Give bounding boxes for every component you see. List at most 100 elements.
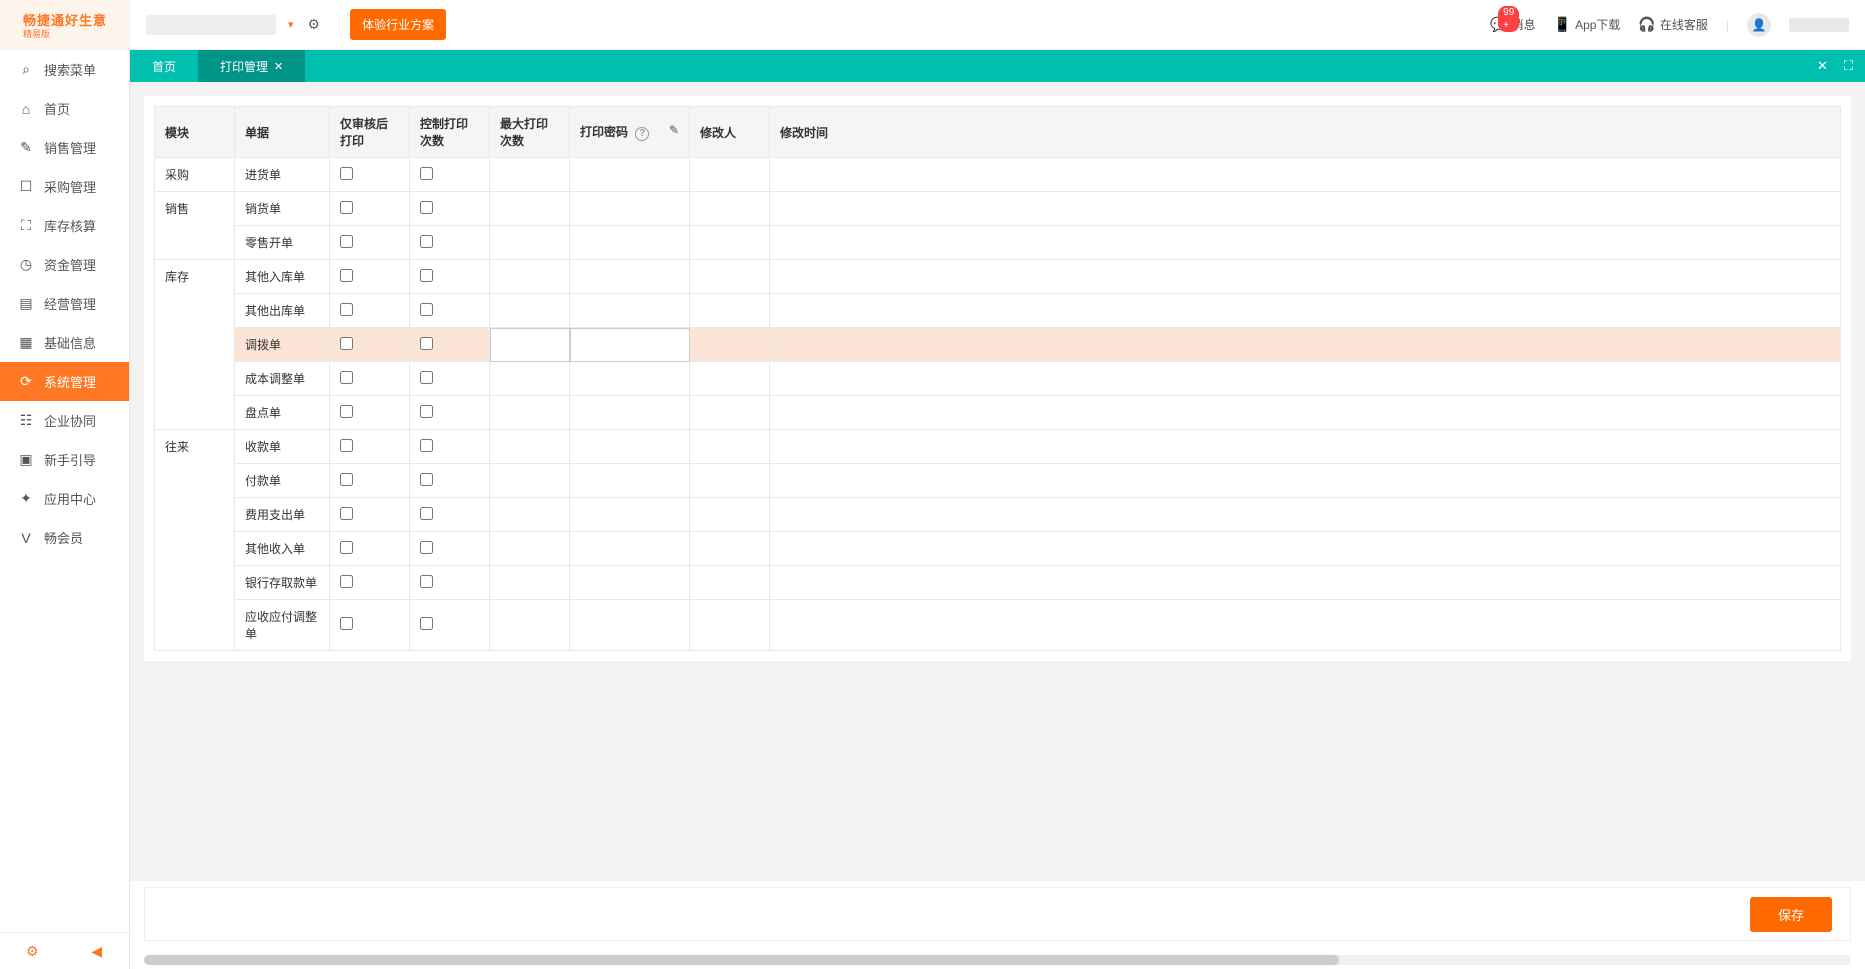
sidebar-item-6[interactable]: ▤经营管理 — [0, 284, 129, 323]
audit-cell — [330, 192, 410, 226]
time-cell — [770, 328, 1841, 362]
avatar[interactable]: 👤 — [1747, 13, 1771, 37]
time-cell — [770, 192, 1841, 226]
pwd-cell — [570, 192, 690, 226]
audit-checkbox[interactable] — [340, 337, 353, 350]
sidebar-item-0[interactable]: ⌕搜索菜单 — [0, 50, 129, 89]
phone-icon: 📱 — [1554, 16, 1571, 33]
audit-checkbox[interactable] — [340, 617, 353, 630]
table-row: 成本调整单 — [155, 362, 1841, 396]
control-checkbox[interactable] — [420, 473, 433, 486]
control-checkbox[interactable] — [420, 201, 433, 214]
sidebar-item-label: 基础信息 — [44, 333, 96, 352]
audit-checkbox[interactable] — [340, 303, 353, 316]
control-checkbox[interactable] — [420, 337, 433, 350]
sidebar-item-label: 畅会员 — [44, 528, 83, 547]
audit-cell — [330, 158, 410, 192]
message-icon: 💬 — [1490, 16, 1507, 33]
messages-link[interactable]: 💬 消息 — [1490, 16, 1535, 33]
max-cell — [490, 498, 570, 532]
audit-checkbox[interactable] — [340, 371, 353, 384]
table-row: 其他收入单 — [155, 532, 1841, 566]
audit-checkbox[interactable] — [340, 235, 353, 248]
document-cell: 成本调整单 — [235, 362, 330, 396]
settings-button[interactable]: ⚙ — [0, 933, 65, 969]
sidebar-item-12[interactable]: V畅会员 — [0, 518, 129, 557]
audit-checkbox[interactable] — [340, 201, 353, 214]
control-checkbox[interactable] — [420, 371, 433, 384]
sidebar-item-10[interactable]: ▣新手引导 — [0, 440, 129, 479]
close-tab-button[interactable]: ✕ — [1813, 54, 1832, 78]
pwd-cell — [570, 600, 690, 651]
user-cell — [690, 362, 770, 396]
help-icon[interactable]: ? — [635, 127, 649, 141]
control-checkbox[interactable] — [420, 303, 433, 316]
control-checkbox[interactable] — [420, 269, 433, 282]
control-checkbox[interactable] — [420, 405, 433, 418]
fullscreen-button[interactable]: ⛶ — [1840, 54, 1857, 78]
tab-1[interactable]: 打印管理✕ — [198, 50, 305, 82]
control-cell — [410, 396, 490, 430]
tab-0[interactable]: 首页 — [130, 50, 198, 82]
audit-checkbox[interactable] — [340, 541, 353, 554]
audit-checkbox[interactable] — [340, 405, 353, 418]
time-cell — [770, 464, 1841, 498]
control-checkbox[interactable] — [420, 167, 433, 180]
control-cell — [410, 464, 490, 498]
gear-icon[interactable]: ⚙ — [308, 16, 321, 33]
audit-checkbox[interactable] — [340, 473, 353, 486]
close-icon[interactable]: ✕ — [274, 60, 283, 73]
tab-label: 首页 — [152, 58, 176, 75]
control-cell — [410, 498, 490, 532]
sidebar-item-2[interactable]: ✎销售管理 — [0, 128, 129, 167]
company-selector[interactable]: ▾ ⚙ — [130, 15, 336, 35]
username-placeholder[interactable] — [1789, 18, 1849, 32]
control-checkbox[interactable] — [420, 235, 433, 248]
time-cell — [770, 158, 1841, 192]
sidebar-item-8[interactable]: ⟳系统管理 — [0, 362, 129, 401]
table-row: 调拨单 — [155, 328, 1841, 362]
sidebar-item-4[interactable]: ⛶库存核算 — [0, 206, 129, 245]
audit-checkbox[interactable] — [340, 269, 353, 282]
print-management-table: 模块 单据 仅审核后打印 控制打印次数 最大打印次数 打印密码 ? ✎ — [154, 106, 1841, 651]
collapse-sidebar-button[interactable]: ◀ — [65, 933, 130, 969]
online-service-link[interactable]: 🎧 在线客服 — [1638, 16, 1707, 33]
sidebar-item-1[interactable]: ⌂首页 — [0, 89, 129, 128]
user-cell — [690, 192, 770, 226]
control-checkbox[interactable] — [420, 617, 433, 630]
sidebar-item-5[interactable]: ◷资金管理 — [0, 245, 129, 284]
pwd-cell — [570, 362, 690, 396]
control-cell — [410, 294, 490, 328]
experience-plan-button[interactable]: 体验行业方案 — [350, 9, 446, 40]
sidebar-item-7[interactable]: ▦基础信息 — [0, 323, 129, 362]
audit-checkbox[interactable] — [340, 507, 353, 520]
app-download-label: App下载 — [1575, 16, 1620, 33]
control-checkbox[interactable] — [420, 439, 433, 452]
max-cell[interactable] — [490, 328, 570, 362]
audit-cell — [330, 362, 410, 396]
sidebar-item-label: 经营管理 — [44, 294, 96, 313]
control-checkbox[interactable] — [420, 507, 433, 520]
app-download-link[interactable]: 📱 App下载 — [1554, 16, 1621, 33]
sidebar-item-11[interactable]: ✦应用中心 — [0, 479, 129, 518]
audit-checkbox[interactable] — [340, 575, 353, 588]
audit-checkbox[interactable] — [340, 439, 353, 452]
control-checkbox[interactable] — [420, 541, 433, 554]
edit-icon[interactable]: ✎ — [669, 123, 679, 137]
sidebar-item-9[interactable]: ☷企业协同 — [0, 401, 129, 440]
max-cell — [490, 226, 570, 260]
save-button[interactable]: 保存 — [1750, 897, 1832, 932]
audit-cell — [330, 328, 410, 362]
control-checkbox[interactable] — [420, 575, 433, 588]
audit-checkbox[interactable] — [340, 167, 353, 180]
sidebar-item-icon: ⟳ — [18, 373, 34, 390]
user-cell — [690, 396, 770, 430]
chevron-down-icon[interactable]: ▾ — [288, 18, 294, 31]
pwd-cell — [570, 260, 690, 294]
horizontal-scrollbar[interactable] — [144, 955, 1851, 965]
document-cell: 其他收入单 — [235, 532, 330, 566]
sidebar-item-label: 企业协同 — [44, 411, 96, 430]
pwd-cell[interactable] — [570, 328, 690, 362]
divider: | — [1726, 18, 1729, 32]
sidebar-item-3[interactable]: ☐采购管理 — [0, 167, 129, 206]
